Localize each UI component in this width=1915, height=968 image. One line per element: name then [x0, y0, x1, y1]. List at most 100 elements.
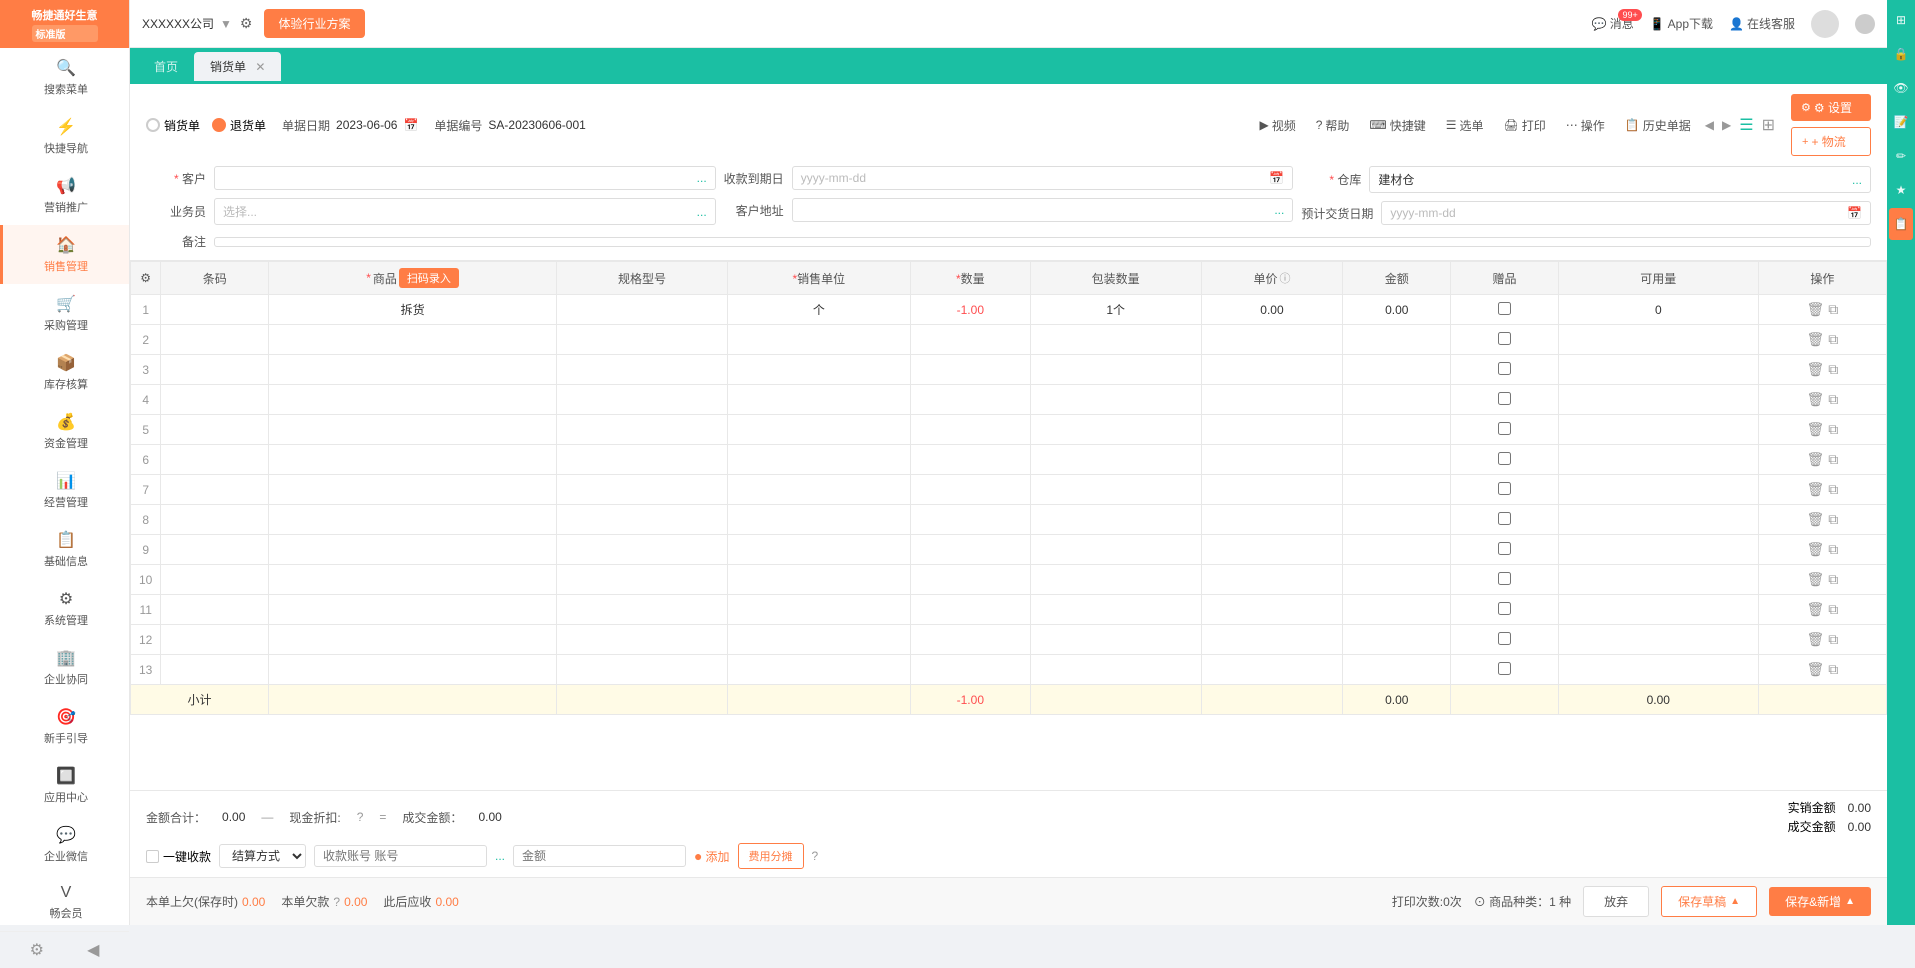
row-unit-price-8[interactable] [1201, 505, 1343, 535]
row-gift-8[interactable] [1451, 505, 1559, 535]
row-goods-13[interactable] [269, 655, 557, 685]
operate-btn[interactable]: ⋯ 操作 [1560, 114, 1611, 137]
sidebar-item-operation[interactable]: 📊经营管理 [0, 461, 129, 520]
logistics-btn[interactable]: + + 物流 [1791, 127, 1871, 156]
row-delete-icon-6[interactable]: 🗑 [1807, 451, 1825, 468]
row-spec-5[interactable] [557, 415, 728, 445]
video-btn[interactable]: ▶ 视频 [1253, 114, 1301, 137]
row-barcode-5[interactable] [161, 415, 269, 445]
row-spec-13[interactable] [557, 655, 728, 685]
setting-btn[interactable]: ⚙ ⚙ 设置 [1791, 94, 1871, 121]
row-goods-7[interactable] [269, 475, 557, 505]
trial-btn[interactable]: 体验行业方案 [264, 9, 364, 38]
sidebar-item-marketing[interactable]: 📢营销推广 [0, 166, 129, 225]
row-spec-2[interactable] [557, 325, 728, 355]
row-barcode-13[interactable] [161, 655, 269, 685]
row-goods-4[interactable] [269, 385, 557, 415]
help-btn[interactable]: ? 帮助 [1310, 114, 1356, 137]
row-unit-1[interactable]: 个 [727, 295, 910, 325]
sidebar-item-guide[interactable]: 🎯新手引导 [0, 697, 129, 756]
right-panel-eye-btn[interactable]: 👁 [1889, 72, 1913, 104]
sidebar-item-wechat[interactable]: 💬企业微信 [0, 815, 129, 874]
row-goods-6[interactable] [269, 445, 557, 475]
row-qty-9[interactable] [910, 535, 1030, 565]
row-delete-icon-12[interactable]: 🗑 [1807, 631, 1825, 648]
tab-home[interactable]: 首页 [138, 52, 194, 81]
sidebar-settings-icon[interactable]: ⚙ [30, 940, 44, 960]
row-delete-icon-4[interactable]: 🗑 [1807, 391, 1825, 408]
row-gift-checkbox-9[interactable] [1498, 542, 1511, 555]
row-spec-10[interactable] [557, 565, 728, 595]
row-copy-icon-4[interactable]: ⧉ [1828, 391, 1838, 408]
row-copy-icon-1[interactable]: ⧉ [1828, 301, 1838, 318]
sidebar-item-appstore[interactable]: 🔲应用中心 [0, 756, 129, 815]
row-barcode-6[interactable] [161, 445, 269, 475]
row-goods-8[interactable] [269, 505, 557, 535]
row-qty-4[interactable] [910, 385, 1030, 415]
row-qty-7[interactable] [910, 475, 1030, 505]
sidebar-item-member[interactable]: V畅会员 [0, 874, 129, 931]
prev-btn[interactable]: ◀ [1705, 118, 1714, 132]
row-amount-12[interactable] [1343, 625, 1451, 655]
row-unit-price-12[interactable] [1201, 625, 1343, 655]
row-delete-icon-2[interactable]: 🗑 [1807, 331, 1825, 348]
history-btn[interactable]: 📋 历史单据 [1619, 114, 1697, 137]
calc-method-select[interactable]: 结算方式 [219, 844, 306, 868]
row-gift-1[interactable] [1451, 295, 1559, 325]
row-qty-10[interactable] [910, 565, 1030, 595]
row-pack-qty-9[interactable] [1030, 535, 1201, 565]
draft-btn[interactable]: 保存草稿 ▲ [1661, 886, 1757, 917]
row-unit-13[interactable] [727, 655, 910, 685]
row-gift-10[interactable] [1451, 565, 1559, 595]
row-delete-icon-5[interactable]: 🗑 [1807, 421, 1825, 438]
sidebar-item-system[interactable]: ⚙系统管理 [0, 579, 129, 638]
row-gift-checkbox-12[interactable] [1498, 632, 1511, 645]
row-goods-1[interactable]: 拆货 [269, 295, 557, 325]
row-amount-4[interactable] [1343, 385, 1451, 415]
row-spec-6[interactable] [557, 445, 728, 475]
right-panel-note-btn[interactable]: 📝 [1889, 106, 1913, 138]
row-unit-price-7[interactable] [1201, 475, 1343, 505]
row-amount-2[interactable] [1343, 325, 1451, 355]
row-barcode-1[interactable] [161, 295, 269, 325]
expected-date-input[interactable]: yyyy-mm-dd 📅 [1381, 201, 1871, 225]
row-spec-1[interactable] [557, 295, 728, 325]
tab-close-icon[interactable]: ✕ [255, 60, 265, 74]
row-gift-2[interactable] [1451, 325, 1559, 355]
row-unit-12[interactable] [727, 625, 910, 655]
row-delete-icon-10[interactable]: 🗑 [1807, 571, 1825, 588]
row-barcode-4[interactable] [161, 385, 269, 415]
row-unit-price-1[interactable]: 0.00 [1201, 295, 1343, 325]
row-qty-2[interactable] [910, 325, 1030, 355]
row-pack-qty-3[interactable] [1030, 355, 1201, 385]
view-grid-icon[interactable]: ⊞ [1762, 115, 1775, 135]
remarks-input[interactable] [214, 237, 1871, 247]
row-delete-icon-1[interactable]: 🗑 [1807, 301, 1825, 318]
row-qty-1[interactable]: -1.00 [910, 295, 1030, 325]
company-selector[interactable]: XXXXXX公司 ▼ [142, 15, 232, 32]
row-amount-11[interactable] [1343, 595, 1451, 625]
row-unit-price-2[interactable] [1201, 325, 1343, 355]
row-gift-checkbox-7[interactable] [1498, 482, 1511, 495]
row-copy-icon-12[interactable]: ⧉ [1828, 631, 1838, 648]
calendar-icon[interactable]: 📅 [403, 118, 418, 132]
row-barcode-7[interactable] [161, 475, 269, 505]
row-delete-icon-3[interactable]: 🗑 [1807, 361, 1825, 378]
sidebar-item-enterprise[interactable]: 🏢企业协同 [0, 638, 129, 697]
row-pack-qty-10[interactable] [1030, 565, 1201, 595]
row-gift-6[interactable] [1451, 445, 1559, 475]
row-gift-checkbox-10[interactable] [1498, 572, 1511, 585]
sidebar-item-inventory[interactable]: 📦库存核算 [0, 343, 129, 402]
row-gift-checkbox-8[interactable] [1498, 512, 1511, 525]
row-unit-price-6[interactable] [1201, 445, 1343, 475]
app-download-btn[interactable]: 📱 App下载 [1650, 15, 1713, 32]
row-barcode-11[interactable] [161, 595, 269, 625]
row-goods-2[interactable] [269, 325, 557, 355]
discount-info-icon[interactable]: ? [357, 810, 364, 824]
row-qty-11[interactable] [910, 595, 1030, 625]
row-amount-10[interactable] [1343, 565, 1451, 595]
row-amount-5[interactable] [1343, 415, 1451, 445]
payment-date-input[interactable]: yyyy-mm-dd 📅 [792, 166, 1294, 190]
row-unit-price-13[interactable] [1201, 655, 1343, 685]
row-goods-12[interactable] [269, 625, 557, 655]
